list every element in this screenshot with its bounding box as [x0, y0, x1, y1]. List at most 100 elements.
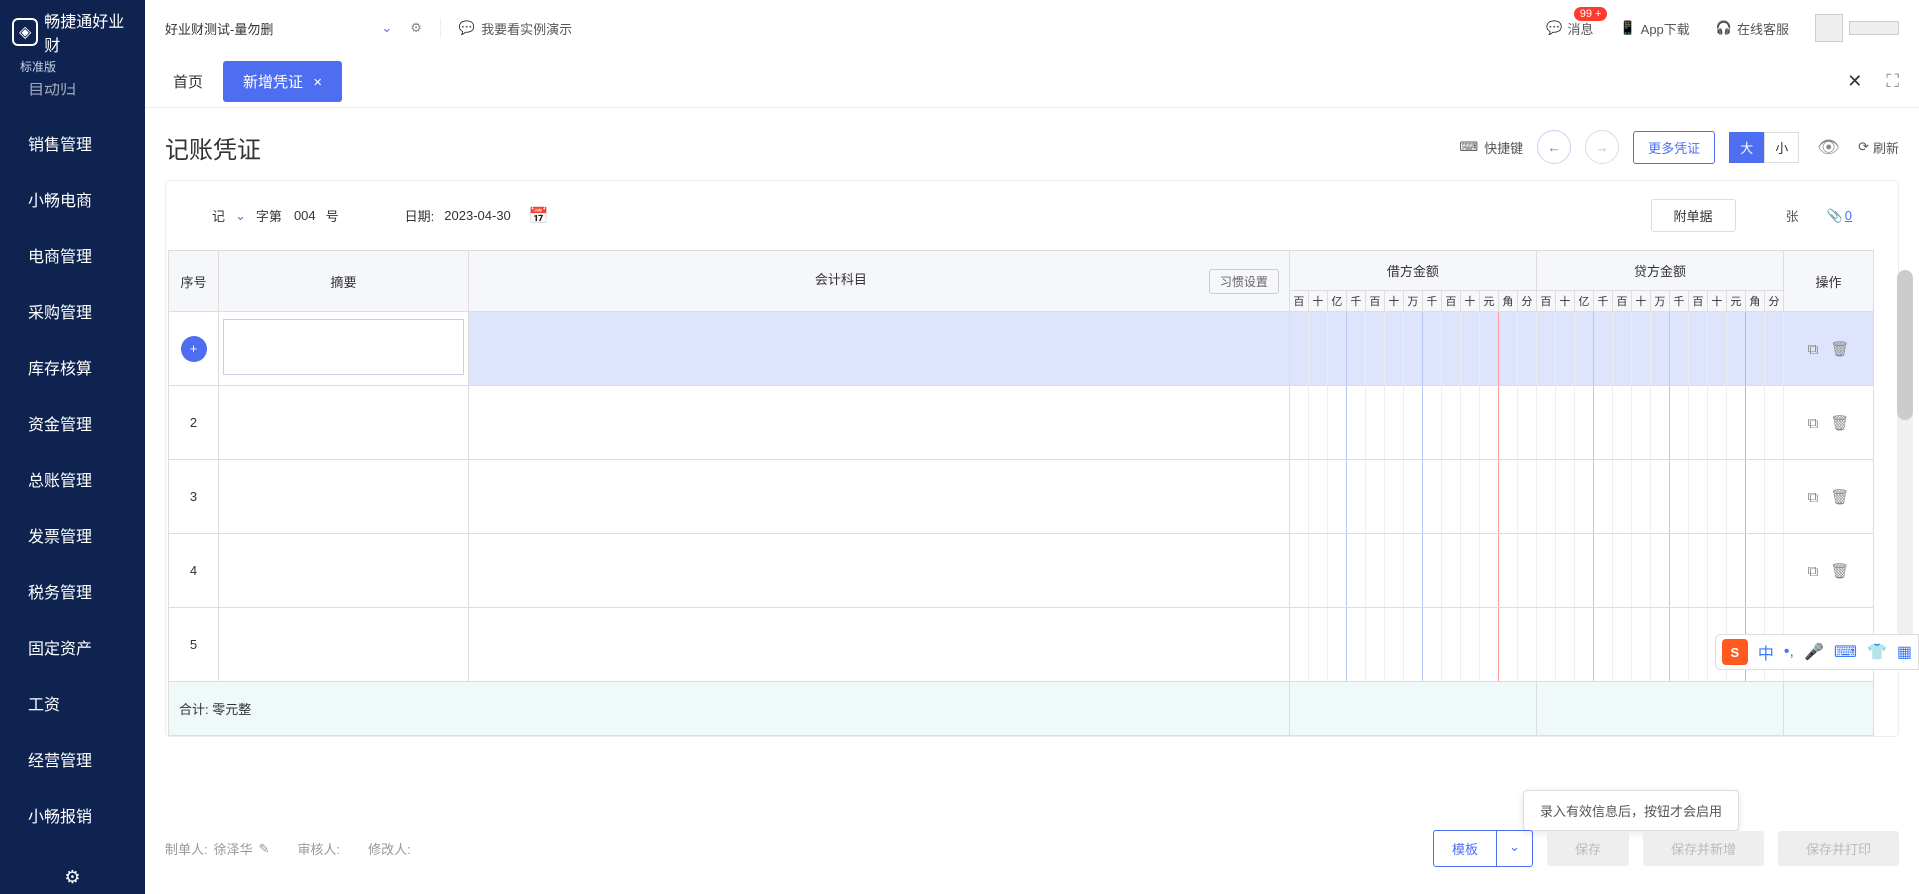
amount-digit[interactable] [1745, 312, 1764, 386]
amount-digit[interactable] [1498, 386, 1517, 460]
amount-digit[interactable] [1327, 460, 1346, 534]
abstract-input[interactable] [223, 319, 464, 375]
amount-digit[interactable] [1479, 386, 1498, 460]
amount-digit[interactable] [1346, 460, 1365, 534]
abstract-cell[interactable] [219, 460, 469, 534]
amount-digit[interactable] [1460, 386, 1479, 460]
abstract-cell[interactable] [219, 534, 469, 608]
ime-punct-icon[interactable]: •, [1784, 643, 1794, 661]
amount-digit[interactable] [1764, 312, 1783, 386]
sidebar-item-ledger[interactable]: 总账管理 [0, 451, 145, 507]
prev-button[interactable]: ← [1537, 130, 1571, 164]
amount-digit[interactable] [1726, 386, 1745, 460]
voucher-row[interactable]: +⧉🗑 [169, 312, 1874, 386]
amount-digit[interactable] [1441, 312, 1460, 386]
abstract-cell[interactable] [219, 386, 469, 460]
sidebar-item-invoice[interactable]: 发票管理 [0, 507, 145, 563]
amount-digit[interactable] [1574, 608, 1593, 682]
amount-digit[interactable] [1289, 312, 1308, 386]
template-button[interactable]: 模板 ⌄ [1433, 830, 1533, 867]
amount-digit[interactable] [1631, 608, 1650, 682]
amount-digit[interactable] [1612, 460, 1631, 534]
amount-digit[interactable] [1289, 386, 1308, 460]
amount-digit[interactable] [1403, 534, 1422, 608]
amount-digit[interactable] [1764, 460, 1783, 534]
amount-digit[interactable] [1726, 460, 1745, 534]
amount-digit[interactable] [1479, 534, 1498, 608]
attach-button[interactable]: 附单据 [1651, 199, 1736, 232]
amount-digit[interactable] [1593, 312, 1612, 386]
amount-digit[interactable] [1479, 460, 1498, 534]
amount-digit[interactable] [1574, 386, 1593, 460]
amount-digit[interactable] [1536, 312, 1555, 386]
sidebar-item-sales[interactable]: 销售管理 [0, 115, 145, 171]
edit-icon[interactable]: ✎ [259, 841, 270, 857]
amount-digit[interactable] [1422, 386, 1441, 460]
amount-digit[interactable] [1631, 460, 1650, 534]
amount-digit[interactable] [1764, 386, 1783, 460]
voucher-row[interactable]: 3⧉🗑 [169, 460, 1874, 534]
attachment-count[interactable]: 📎 0 [1827, 208, 1852, 224]
amount-digit[interactable] [1422, 460, 1441, 534]
amount-digit[interactable] [1593, 460, 1612, 534]
amount-digit[interactable] [1631, 534, 1650, 608]
voucher-row[interactable]: 4⧉🗑 [169, 534, 1874, 608]
amount-digit[interactable] [1346, 312, 1365, 386]
amount-digit[interactable] [1365, 534, 1384, 608]
amount-digit[interactable] [1289, 460, 1308, 534]
user-menu[interactable] [1815, 14, 1899, 42]
sidebar-item-funds[interactable]: 资金管理 [0, 395, 145, 451]
subject-cell[interactable] [469, 312, 1290, 386]
amount-digit[interactable] [1612, 608, 1631, 682]
amount-digit[interactable] [1384, 312, 1403, 386]
amount-digit[interactable] [1384, 386, 1403, 460]
amount-digit[interactable] [1555, 460, 1574, 534]
amount-digit[interactable] [1403, 608, 1422, 682]
ime-lang[interactable]: 中 [1758, 640, 1774, 664]
amount-digit[interactable] [1384, 608, 1403, 682]
amount-digit[interactable] [1574, 312, 1593, 386]
amount-digit[interactable] [1441, 534, 1460, 608]
amount-digit[interactable] [1536, 534, 1555, 608]
voucher-row[interactable]: 5⧉🗑 [169, 608, 1874, 682]
subject-cell[interactable] [469, 386, 1290, 460]
amount-digit[interactable] [1346, 608, 1365, 682]
amount-digit[interactable] [1555, 312, 1574, 386]
amount-digit[interactable] [1308, 386, 1327, 460]
amount-digit[interactable] [1403, 312, 1422, 386]
amount-digit[interactable] [1593, 386, 1612, 460]
amount-digit[interactable] [1669, 460, 1688, 534]
sidebar-item-purchase[interactable]: 采购管理 [0, 283, 145, 339]
amount-digit[interactable] [1593, 608, 1612, 682]
delete-row-icon[interactable]: 🗑 [1830, 341, 1849, 358]
amount-digit[interactable] [1764, 534, 1783, 608]
sidebar-item-ecommerce[interactable]: 电商管理 [0, 227, 145, 283]
sidebar-item-asset[interactable]: 固定资产 [0, 619, 145, 675]
subject-cell[interactable] [469, 460, 1290, 534]
amount-digit[interactable] [1422, 608, 1441, 682]
amount-digit[interactable] [1422, 534, 1441, 608]
amount-digit[interactable] [1745, 386, 1764, 460]
amount-digit[interactable] [1707, 386, 1726, 460]
amount-digit[interactable] [1536, 460, 1555, 534]
app-download-link[interactable]: 📱 App下载 [1619, 19, 1689, 38]
amount-digit[interactable] [1498, 608, 1517, 682]
amount-digit[interactable] [1346, 534, 1365, 608]
amount-digit[interactable] [1365, 312, 1384, 386]
amount-digit[interactable] [1308, 460, 1327, 534]
abstract-cell[interactable] [219, 312, 469, 386]
amount-digit[interactable] [1745, 460, 1764, 534]
size-big[interactable]: 大 [1729, 132, 1764, 163]
chevron-down-icon[interactable]: ⌄ [235, 208, 246, 224]
habits-button[interactable]: 习惯设置 [1209, 269, 1279, 294]
amount-digit[interactable] [1308, 534, 1327, 608]
amount-digit[interactable] [1517, 608, 1536, 682]
sidebar-item-xiaochang-ec[interactable]: 小畅电商 [0, 171, 145, 227]
amount-digit[interactable] [1498, 534, 1517, 608]
amount-digit[interactable] [1536, 386, 1555, 460]
amount-digit[interactable] [1517, 534, 1536, 608]
amount-digit[interactable] [1574, 534, 1593, 608]
copy-row-icon[interactable]: ⧉ [1808, 415, 1819, 432]
amount-digit[interactable] [1441, 386, 1460, 460]
amount-digit[interactable] [1517, 312, 1536, 386]
